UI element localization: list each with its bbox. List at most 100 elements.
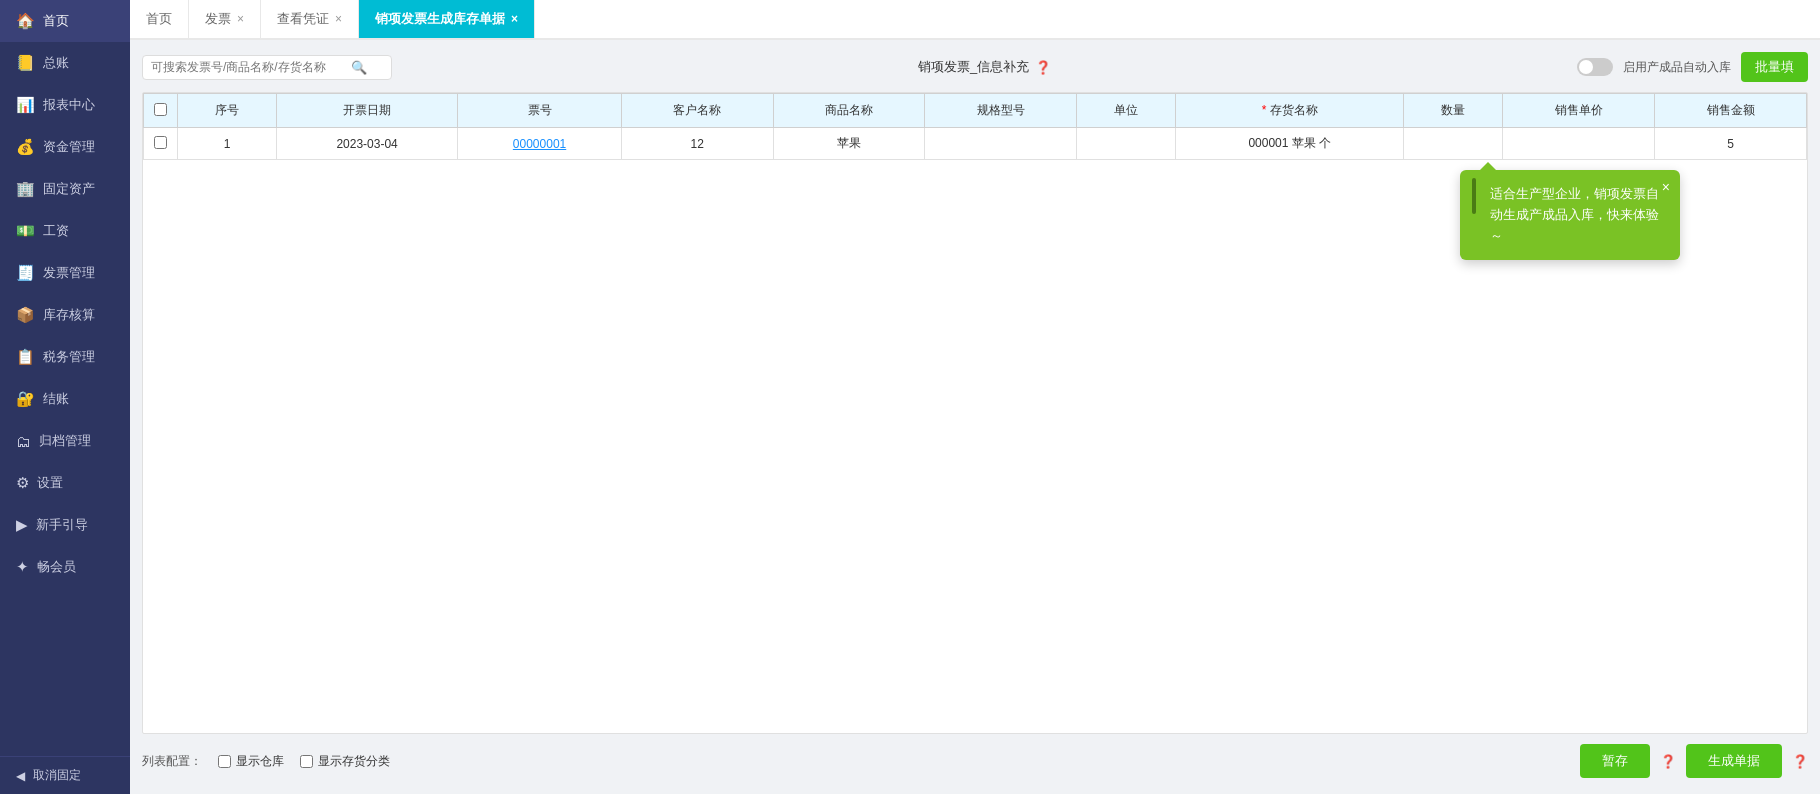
search-icon: 🔍 bbox=[351, 60, 367, 75]
row-checkbox-cell bbox=[144, 128, 178, 160]
show-warehouse-label: 显示仓库 bbox=[236, 753, 284, 770]
show-warehouse-checkbox[interactable]: 显示仓库 bbox=[218, 753, 284, 770]
col-header-date: 开票日期 bbox=[276, 94, 457, 128]
sidebar-item-tax[interactable]: 📋 税务管理 bbox=[0, 336, 130, 378]
row-product: 苹果 bbox=[773, 128, 925, 160]
show-inventory-category-input[interactable] bbox=[300, 755, 313, 768]
tab-invoice-close[interactable]: × bbox=[237, 12, 244, 26]
tab-voucher-label: 查看凭证 bbox=[277, 10, 329, 28]
tab-voucher[interactable]: 查看凭证 × bbox=[261, 0, 359, 38]
tab-sales-inventory[interactable]: 销项发票生成库存单据 × bbox=[359, 0, 535, 38]
tab-home[interactable]: 首页 bbox=[130, 0, 189, 38]
auto-warehouse-toggle[interactable] bbox=[1577, 58, 1613, 76]
sidebar-item-home[interactable]: 🏠 首页 bbox=[0, 0, 130, 42]
header-info-help-icon[interactable]: ❓ bbox=[1035, 60, 1051, 75]
sidebar-item-capital[interactable]: 💰 资金管理 bbox=[0, 126, 130, 168]
undo-fixed-button[interactable]: ◀ 取消固定 bbox=[0, 757, 130, 794]
fixed-icon: 🏢 bbox=[16, 180, 35, 198]
table-row: 1 2023-03-04 00000001 12 苹果 000001 苹果 个 … bbox=[144, 128, 1807, 160]
sidebar-item-report[interactable]: 📊 报表中心 bbox=[0, 84, 130, 126]
sidebar-bottom: ◀ 取消固定 bbox=[0, 756, 130, 794]
sidebar-item-guide[interactable]: ▶ 新手引导 bbox=[0, 504, 130, 546]
select-all-checkbox[interactable] bbox=[154, 103, 167, 116]
member-icon: ✦ bbox=[16, 558, 29, 576]
col-header-unit: 单位 bbox=[1077, 94, 1176, 128]
batch-fill-button[interactable]: 批量填 bbox=[1741, 52, 1808, 82]
bottom-actions: 暂存 ❓ 生成单据 ❓ bbox=[1580, 744, 1808, 778]
home-icon: 🏠 bbox=[16, 12, 35, 30]
col-header-seq: 序号 bbox=[178, 94, 277, 128]
archive-icon: 🗂 bbox=[16, 433, 31, 450]
settings-icon: ⚙ bbox=[16, 474, 29, 492]
sidebar-item-archive[interactable]: 🗂 归档管理 bbox=[0, 420, 130, 462]
sidebar-item-ledger-label: 总账 bbox=[43, 54, 69, 72]
tab-sales-inventory-label: 销项发票生成库存单据 bbox=[375, 10, 505, 28]
sidebar-item-ledger[interactable]: 📒 总账 bbox=[0, 42, 130, 84]
search-input[interactable] bbox=[151, 60, 351, 74]
sidebar-item-settings-label: 设置 bbox=[37, 474, 63, 492]
header-info-label: 销项发票_信息补充 bbox=[918, 58, 1029, 76]
row-spec bbox=[925, 128, 1077, 160]
generate-button[interactable]: 生成单据 bbox=[1686, 744, 1782, 778]
undo-fixed-icon: ◀ bbox=[16, 769, 25, 783]
generate-help-icon[interactable]: ❓ bbox=[1792, 754, 1808, 769]
col-header-customer: 客户名称 bbox=[621, 94, 773, 128]
sidebar-item-salary[interactable]: 💵 工资 bbox=[0, 210, 130, 252]
tab-voucher-close[interactable]: × bbox=[335, 12, 342, 26]
bottom-checkbox-group: 显示仓库 显示存货分类 bbox=[218, 753, 390, 770]
show-inventory-category-label: 显示存货分类 bbox=[318, 753, 390, 770]
sidebar: 🏠 首页 📒 总账 📊 报表中心 💰 资金管理 🏢 固定资产 💵 工资 🧾 发票… bbox=[0, 0, 130, 794]
tab-bar: 首页 发票 × 查看凭证 × 销项发票生成库存单据 × bbox=[130, 0, 1820, 40]
guide-icon: ▶ bbox=[16, 516, 28, 534]
sidebar-item-report-label: 报表中心 bbox=[43, 96, 95, 114]
search-box[interactable]: 🔍 bbox=[142, 55, 392, 80]
sidebar-item-tax-label: 税务管理 bbox=[43, 348, 95, 366]
tab-invoice[interactable]: 发票 × bbox=[189, 0, 261, 38]
row-checkbox[interactable] bbox=[154, 136, 167, 149]
list-config-label: 列表配置： bbox=[142, 753, 202, 770]
tooltip-popup: × 适合生产型企业，销项发票自动生成产成品入库，快来体验～ bbox=[1460, 170, 1680, 260]
inventory-icon: 📦 bbox=[16, 306, 35, 324]
tax-icon: 📋 bbox=[16, 348, 35, 366]
col-header-amount: 销售金额 bbox=[1655, 94, 1807, 128]
col-header-quantity: 数量 bbox=[1404, 94, 1503, 128]
toolbar: 🔍 销项发票_信息补充 ❓ 启用产成品自动入库 批量填 bbox=[142, 52, 1808, 82]
sidebar-item-capital-label: 资金管理 bbox=[43, 138, 95, 156]
row-unit bbox=[1077, 128, 1176, 160]
sidebar-item-inventory[interactable]: 📦 库存核算 bbox=[0, 294, 130, 336]
tab-sales-inventory-close[interactable]: × bbox=[511, 12, 518, 26]
col-header-unit-price: 销售单价 bbox=[1503, 94, 1655, 128]
save-button[interactable]: 暂存 bbox=[1580, 744, 1650, 778]
sidebar-item-settle[interactable]: 🔐 结账 bbox=[0, 378, 130, 420]
tooltip-close-button[interactable]: × bbox=[1662, 176, 1670, 198]
sidebar-item-settings[interactable]: ⚙ 设置 bbox=[0, 462, 130, 504]
sidebar-item-home-label: 首页 bbox=[43, 12, 69, 30]
sidebar-item-guide-label: 新手引导 bbox=[36, 516, 88, 534]
col-header-ticket-no: 票号 bbox=[458, 94, 622, 128]
row-customer: 12 bbox=[621, 128, 773, 160]
header-info: 销项发票_信息补充 ❓ bbox=[402, 58, 1567, 76]
bottom-bar: 列表配置： 显示仓库 显示存货分类 暂存 ❓ 生成单据 ❓ bbox=[142, 734, 1808, 782]
toggle-thumb bbox=[1579, 60, 1593, 74]
sidebar-item-inventory-label: 库存核算 bbox=[43, 306, 95, 324]
tab-home-label: 首页 bbox=[146, 10, 172, 28]
save-help-icon[interactable]: ❓ bbox=[1660, 754, 1676, 769]
sidebar-item-invoice[interactable]: 🧾 发票管理 bbox=[0, 252, 130, 294]
tooltip-text: 适合生产型企业，销项发票自动生成产成品入库，快来体验～ bbox=[1476, 184, 1664, 246]
sidebar-item-settle-label: 结账 bbox=[43, 390, 69, 408]
show-inventory-category-checkbox[interactable]: 显示存货分类 bbox=[300, 753, 390, 770]
show-warehouse-input[interactable] bbox=[218, 755, 231, 768]
row-seq: 1 bbox=[178, 128, 277, 160]
col-header-spec: 规格型号 bbox=[925, 94, 1077, 128]
salary-icon: 💵 bbox=[16, 222, 35, 240]
row-amount: 5 bbox=[1655, 128, 1807, 160]
sidebar-item-member-label: 畅会员 bbox=[37, 558, 76, 576]
row-quantity bbox=[1404, 128, 1503, 160]
ledger-icon: 📒 bbox=[16, 54, 35, 72]
toolbar-right: 启用产成品自动入库 批量填 bbox=[1577, 52, 1808, 82]
sidebar-item-member[interactable]: ✦ 畅会员 bbox=[0, 546, 130, 588]
row-ticket-no[interactable]: 00000001 bbox=[458, 128, 622, 160]
invoice-icon: 🧾 bbox=[16, 264, 35, 282]
sidebar-item-fixed[interactable]: 🏢 固定资产 bbox=[0, 168, 130, 210]
toggle-track bbox=[1577, 58, 1613, 76]
